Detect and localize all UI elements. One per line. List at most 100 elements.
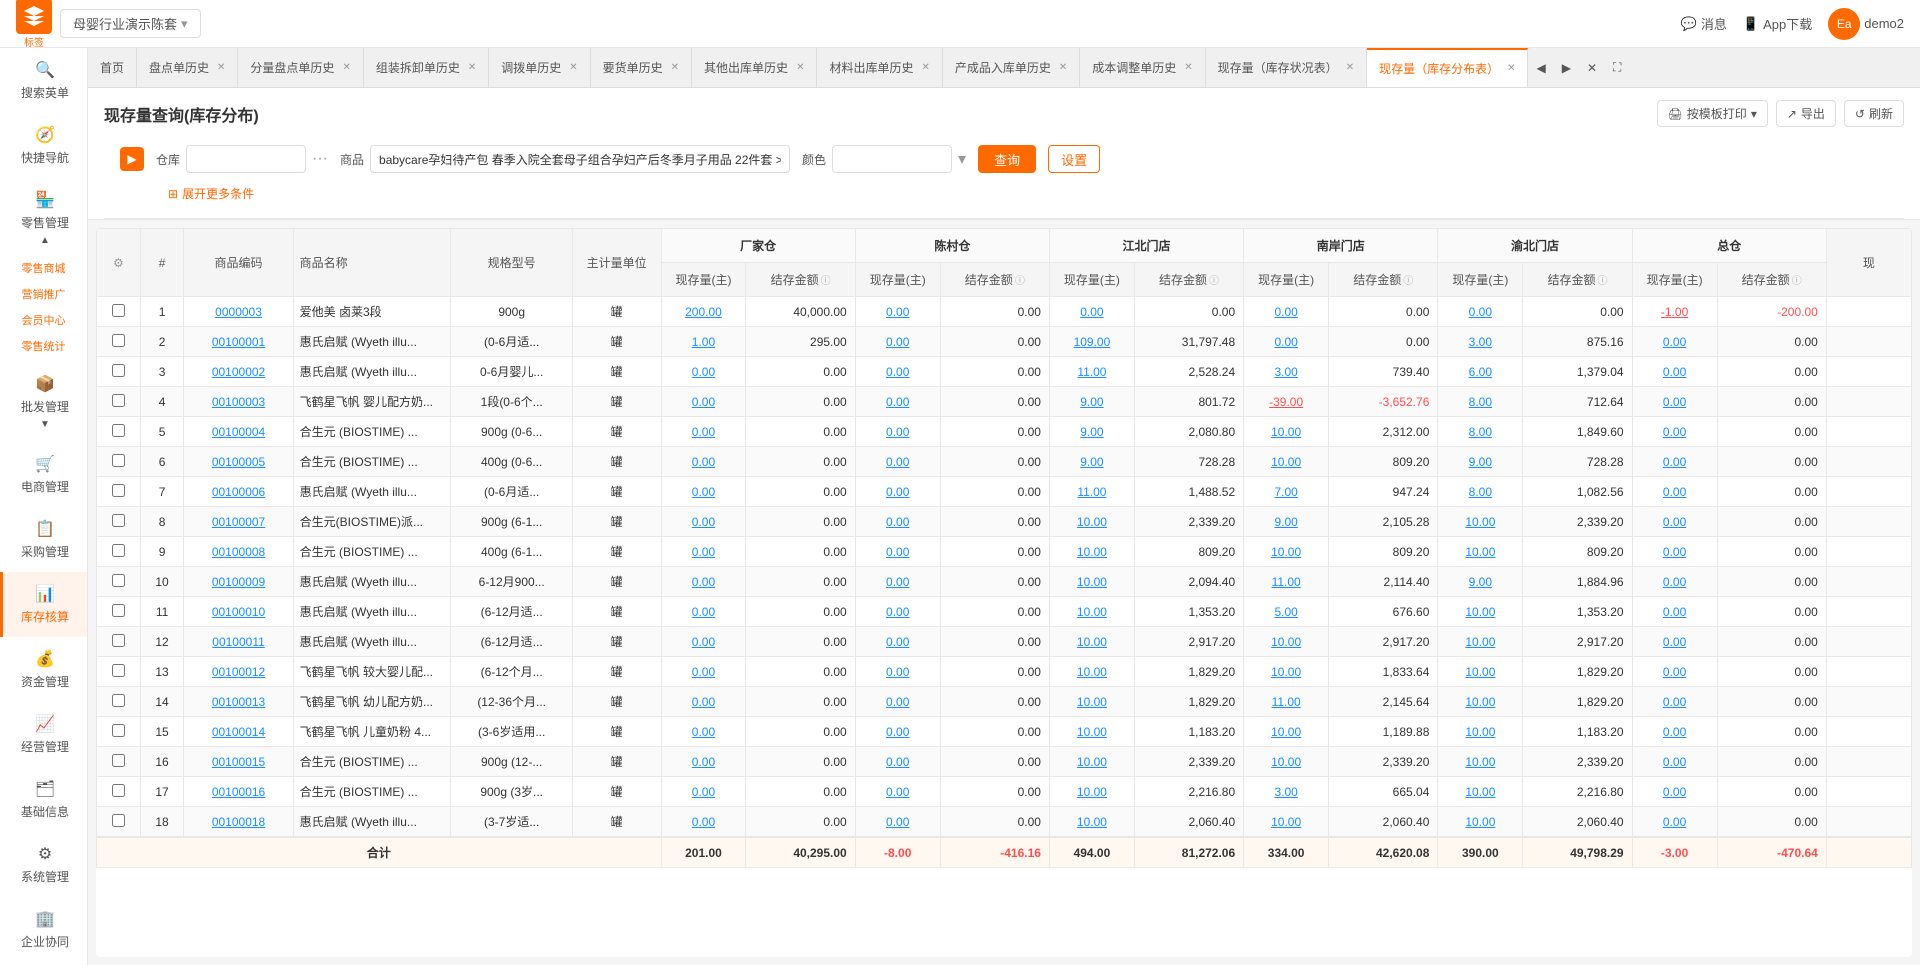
row-checkbox[interactable] xyxy=(97,417,141,447)
user-btn[interactable]: Ea demo2 xyxy=(1828,8,1904,40)
warehouse-input[interactable] xyxy=(186,145,306,173)
row-checkbox[interactable] xyxy=(97,657,141,687)
refresh-btn[interactable]: ↺ 刷新 xyxy=(1844,100,1904,127)
tab-stock-status[interactable]: 现存量（库存状况表） ✕ xyxy=(1206,48,1367,88)
settings-gear-icon[interactable]: ⚙ xyxy=(108,253,128,273)
row-name: 合生元 (BIOSTIME) ... xyxy=(293,747,451,777)
tab-home[interactable]: 首页 xyxy=(88,48,137,88)
sidebar-item-purchase[interactable]: 📋 采购管理 xyxy=(0,507,87,572)
expand-conditions-btn[interactable]: ⊞ 展开更多条件 xyxy=(160,181,262,206)
sidebar-item-retail[interactable]: 🏪 零售管理 ▲ xyxy=(0,178,87,258)
row-checkbox[interactable] xyxy=(97,597,141,627)
tab-close-icon[interactable]: ✕ xyxy=(342,62,350,73)
row-current xyxy=(1826,597,1911,627)
tab-other-out[interactable]: 其他出库单历史 ✕ xyxy=(692,48,817,88)
row-index: 11 xyxy=(140,597,184,627)
tab-inventory-single[interactable]: 盘点单历史 ✕ xyxy=(137,48,238,88)
warehouse-ellipsis-btn[interactable]: ··· xyxy=(312,150,328,168)
row-chencun-amt: 0.00 xyxy=(940,297,1049,327)
app-download-btn[interactable]: 📱 App下载 xyxy=(1743,14,1812,33)
tab-close-icon[interactable]: ✕ xyxy=(1184,62,1192,73)
search-area: ▶ 仓库 ··· 商品 颜色 ▾ 查询 设置 xyxy=(104,137,1904,219)
product-input[interactable] xyxy=(370,145,790,173)
tab-prev-btn[interactable]: ◀ xyxy=(1528,48,1553,88)
sidebar-sub-marketing[interactable]: 营销推广 xyxy=(0,284,87,310)
row-unit: 罐 xyxy=(572,297,661,327)
row-checkbox[interactable] xyxy=(97,327,141,357)
tab-close-all-btn[interactable]: ✕ xyxy=(1579,48,1605,88)
color-field: 颜色 ▾ xyxy=(802,145,966,173)
row-checkbox[interactable] xyxy=(97,477,141,507)
row-chencun-amt: 0.00 xyxy=(940,567,1049,597)
row-checkbox[interactable] xyxy=(97,567,141,597)
tab-product-in[interactable]: 产成品入库单历史 ✕ xyxy=(943,48,1080,88)
tab-stock-dist[interactable]: 现存量（库存分布表） ✕ xyxy=(1367,48,1528,88)
color-input[interactable] xyxy=(832,145,952,173)
tab-material-out-label: 材料出库单历史 xyxy=(829,59,913,76)
row-checkbox[interactable] xyxy=(97,357,141,387)
sidebar-item-ecommerce[interactable]: 🛒 电商管理 xyxy=(0,442,87,507)
tab-split-inventory[interactable]: 分量盘点单历史 ✕ xyxy=(238,48,363,88)
tab-demand[interactable]: 要货单历史 ✕ xyxy=(591,48,692,88)
row-total-stock: 0.00 xyxy=(1632,777,1717,807)
export-btn[interactable]: ↗ 导出 xyxy=(1776,100,1836,127)
row-checkbox[interactable] xyxy=(97,537,141,567)
row-checkbox[interactable] xyxy=(97,297,141,327)
table-container[interactable]: ⚙ # 商品编码 商品名称 规格型号 主计量单位 厂家仓 陈村仓 江北门店 南岸… xyxy=(96,228,1912,957)
tab-close-icon[interactable]: ✕ xyxy=(1507,63,1515,74)
sidebar-item-finance[interactable]: 💰 资金管理 xyxy=(0,637,87,702)
row-checkbox[interactable] xyxy=(97,627,141,657)
query-btn[interactable]: 查询 xyxy=(978,145,1036,173)
tab-assembly[interactable]: 组装拆卸单历史 ✕ xyxy=(364,48,489,88)
sidebar-item-system[interactable]: ⚙ 系统管理 xyxy=(0,832,87,897)
sidebar-item-basic[interactable]: 🗂 基础信息 xyxy=(0,767,87,832)
row-chencun-amt: 0.00 xyxy=(940,747,1049,777)
color-dropdown-icon[interactable]: ▾ xyxy=(958,149,966,169)
row-jiangbei-amt: 1,488.52 xyxy=(1134,477,1243,507)
tab-close-icon[interactable]: ✕ xyxy=(671,62,679,73)
row-yubei-stock: 8.00 xyxy=(1438,477,1523,507)
row-checkbox[interactable] xyxy=(97,687,141,717)
tab-next-btn[interactable]: ▶ xyxy=(1554,48,1579,88)
row-checkbox[interactable] xyxy=(97,807,141,838)
row-total-amt: 0.00 xyxy=(1717,777,1826,807)
sidebar-sub-retail-store[interactable]: 零售商城 xyxy=(0,258,87,284)
tab-close-icon[interactable]: ✕ xyxy=(217,62,225,73)
sidebar-item-inventory[interactable]: 📊 库存核算 xyxy=(0,572,87,637)
sidebar-item-nav[interactable]: 🧭 快捷导航 xyxy=(0,113,87,178)
row-checkbox[interactable] xyxy=(97,717,141,747)
sidebar-sub-member[interactable]: 会员中心 xyxy=(0,310,87,336)
tab-close-icon[interactable]: ✕ xyxy=(1346,62,1354,73)
toggle-btn[interactable]: ▶ xyxy=(120,147,144,171)
row-checkbox[interactable] xyxy=(97,747,141,777)
tab-expand-btn[interactable]: ⛶ xyxy=(1605,48,1629,88)
sidebar-item-enterprise[interactable]: 🏢 企业协同 xyxy=(0,897,87,962)
row-checkbox[interactable] xyxy=(97,447,141,477)
store-selector[interactable]: 母婴行业演示陈套 ▾ xyxy=(60,9,201,38)
sidebar-item-search[interactable]: 🔍 搜索英单 xyxy=(0,48,87,113)
row-jiangbei-stock: 11.00 xyxy=(1049,477,1134,507)
settings-btn[interactable]: 设置 xyxy=(1048,145,1100,173)
table-row: 15 00100014 飞鹤星飞帆 儿童奶粉 4... (3-6岁适用... 罐… xyxy=(97,717,1912,747)
sidebar-item-wholesale[interactable]: 📦 批发管理 ▼ xyxy=(0,362,87,442)
row-yubei-amt: 809.20 xyxy=(1523,537,1632,567)
message-btn[interactable]: 💬 消息 xyxy=(1681,14,1727,33)
tab-close-icon[interactable]: ✕ xyxy=(796,62,804,73)
sidebar-sub-stat[interactable]: 零售统计 xyxy=(0,336,87,362)
row-total-amt: 0.00 xyxy=(1717,717,1826,747)
tab-transfer[interactable]: 调拨单历史 ✕ xyxy=(489,48,590,88)
tab-cost-adjust[interactable]: 成本调整单历史 ✕ xyxy=(1080,48,1205,88)
sidebar-item-operations[interactable]: 📈 经营管理 xyxy=(0,702,87,767)
print-btn[interactable]: 🖨 按模板打印 ▾ xyxy=(1657,100,1768,127)
tab-close-icon[interactable]: ✕ xyxy=(468,62,476,73)
tab-close-icon[interactable]: ✕ xyxy=(1059,62,1067,73)
row-checkbox[interactable] xyxy=(97,777,141,807)
row-nanan-amt: 947.24 xyxy=(1329,477,1438,507)
row-name: 合生元 (BIOSTIME) ... xyxy=(293,777,451,807)
tab-close-icon[interactable]: ✕ xyxy=(921,62,929,73)
tab-close-icon[interactable]: ✕ xyxy=(569,62,577,73)
row-checkbox[interactable] xyxy=(97,507,141,537)
row-chencun-amt: 0.00 xyxy=(940,807,1049,838)
tab-material-out[interactable]: 材料出库单历史 ✕ xyxy=(817,48,942,88)
row-checkbox[interactable] xyxy=(97,387,141,417)
